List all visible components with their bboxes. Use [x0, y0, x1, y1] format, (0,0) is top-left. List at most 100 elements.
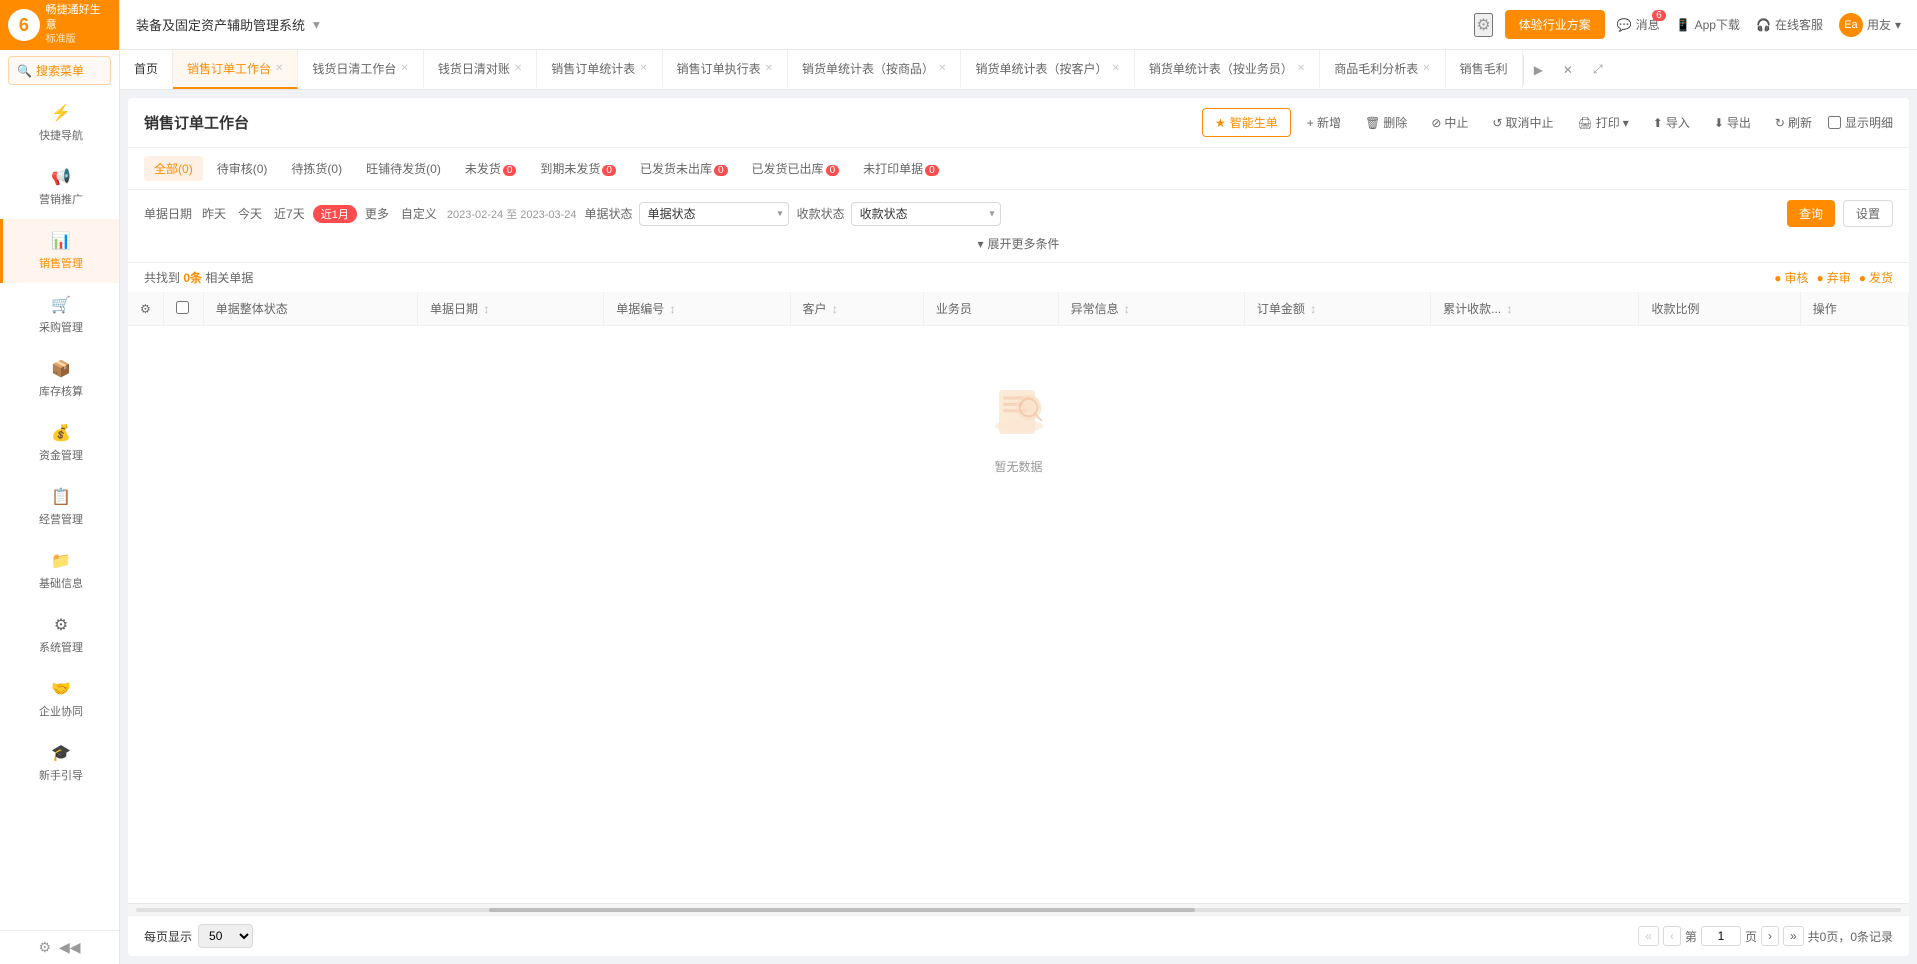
th-abnormal[interactable]: 异常信息 ↕ [1058, 292, 1244, 326]
sidebar-item-base-info[interactable]: 📁 基础信息 [0, 539, 119, 603]
sidebar-item-guide[interactable]: 🎓 新手引导 [0, 731, 119, 795]
sort-amount-icon[interactable]: ↕ [1310, 302, 1316, 316]
sub-tab-pending-review[interactable]: 待审核(0) [207, 156, 278, 181]
date-7days[interactable]: 近7天 [270, 203, 309, 224]
tab-more-btn[interactable]: ▶ [1523, 55, 1553, 85]
tab-close-exec[interactable]: ✕ [765, 63, 773, 74]
sort-customer-icon[interactable]: ↕ [832, 302, 838, 316]
sub-tab-shop-ship[interactable]: 旺铺待发货(0) [356, 156, 451, 181]
new-btn[interactable]: + 新增 [1299, 110, 1349, 135]
delete-btn[interactable]: 🗑 删除 [1357, 110, 1415, 135]
page-size-select[interactable]: 10 20 50 100 [198, 924, 253, 948]
date-custom[interactable]: 自定义 [397, 203, 441, 224]
sidebar-item-sales[interactable]: 📊 销售管理 [0, 219, 119, 283]
sort-date-icon[interactable]: ↕ [483, 302, 489, 316]
refresh-btn[interactable]: ↻ 刷新 [1767, 110, 1820, 135]
ship-btn[interactable]: ● 发货 [1859, 269, 1893, 286]
tab-cash-daily[interactable]: 钱货日清工作台 ✕ [298, 50, 423, 89]
tab-close-customer[interactable]: ✕ [1111, 63, 1119, 74]
date-1month[interactable]: 近1月 [313, 205, 357, 223]
sub-tab-not-shipped[interactable]: 未发货0 [455, 156, 527, 181]
print-btn[interactable]: 🖨 打印 ▾ [1569, 110, 1636, 135]
horizontal-scrollbar[interactable] [128, 903, 1909, 915]
sort-cumulative-icon[interactable]: ↕ [1506, 302, 1512, 316]
app-download-btn[interactable]: 📱 App下载 [1676, 16, 1740, 33]
search-menu-btn[interactable]: 🔍 搜索菜单 [0, 50, 119, 91]
sidebar-item-cooperation[interactable]: 🤝 企业协同 [0, 667, 119, 731]
scrollbar-thumb[interactable] [489, 908, 1195, 912]
th-settings[interactable]: ⚙ [128, 292, 163, 326]
page-next-btn[interactable]: › [1761, 926, 1779, 946]
page-first-btn[interactable]: « [1638, 926, 1659, 946]
sidebar-settings-btn[interactable]: ⚙ [38, 939, 51, 956]
tab-close-reconcile[interactable]: ✕ [514, 63, 522, 74]
cancel-review-btn[interactable]: ● 弃审 [1816, 269, 1850, 286]
show-detail-input[interactable] [1828, 116, 1841, 129]
tab-close-stat[interactable]: ✕ [639, 63, 647, 74]
user-menu-btn[interactable]: Ea 用友 ▾ [1839, 13, 1901, 37]
expand-filter-btn[interactable]: ▾ 展开更多条件 [977, 235, 1059, 252]
tab-expand-btn[interactable]: ⤢ [1583, 54, 1613, 85]
sidebar-item-inventory[interactable]: 📦 库存核算 [0, 347, 119, 411]
select-all-checkbox[interactable] [176, 301, 189, 314]
sidebar-item-management[interactable]: 📋 经营管理 [0, 475, 119, 539]
th-number[interactable]: 单据编号 ↕ [604, 292, 790, 326]
filter-settings-btn[interactable]: 设置 [1843, 200, 1893, 227]
show-detail-checkbox[interactable]: 显示明细 [1828, 114, 1893, 131]
tab-close-product[interactable]: ✕ [938, 63, 946, 74]
sub-tab-shipped-not-out[interactable]: 已发货未出库0 [630, 156, 738, 181]
th-cumulative[interactable]: 累计收款... ↕ [1431, 292, 1639, 326]
review-btn[interactable]: ● 审核 [1774, 269, 1808, 286]
online-service-btn[interactable]: 🎧 在线客服 [1756, 16, 1823, 33]
sidebar-item-purchase[interactable]: 🛒 采购管理 [0, 283, 119, 347]
th-salesman[interactable]: 业务员 [923, 292, 1058, 326]
date-today[interactable]: 今天 [234, 203, 266, 224]
payment-select[interactable]: 收款状态 [851, 202, 1001, 226]
messages-btn[interactable]: 💬 6 消息 [1617, 16, 1660, 33]
th-date[interactable]: 单据日期 ↕ [417, 292, 603, 326]
tab-sales-by-salesman[interactable]: 销货单统计表（按业务员） ✕ [1135, 50, 1320, 89]
sort-number-icon[interactable]: ↕ [670, 302, 676, 316]
date-yesterday[interactable]: 昨天 [198, 203, 230, 224]
tab-sales-by-customer[interactable]: 销货单统计表（按客户） ✕ [961, 50, 1134, 89]
th-status[interactable]: 单据整体状态 [203, 292, 417, 326]
import-btn[interactable]: ⬆ 导入 [1645, 110, 1698, 135]
tab-sales-profit[interactable]: 销售毛利 [1446, 50, 1523, 89]
cancel-stop-btn[interactable]: ↺ 取消中止 [1484, 110, 1561, 135]
tab-sales-workbench[interactable]: 销售订单工作台 ✕ [173, 50, 298, 89]
sidebar-item-finance[interactable]: 💰 资金管理 [0, 411, 119, 475]
sub-tab-not-printed[interactable]: 未打印单据0 [853, 156, 949, 181]
tab-close-salesman[interactable]: ✕ [1297, 63, 1305, 74]
experience-btn[interactable]: 体验行业方案 [1505, 10, 1605, 39]
sidebar-item-quick-nav[interactable]: ⚡ 快捷导航 [0, 91, 119, 155]
sub-tab-overdue-ship[interactable]: 到期未发货0 [530, 156, 626, 181]
page-last-btn[interactable]: » [1783, 926, 1804, 946]
tab-reconcile[interactable]: 钱货日清对账 ✕ [424, 50, 537, 89]
sub-tab-all[interactable]: 全部(0) [144, 156, 203, 181]
sidebar-collapse-btn[interactable]: ◀◀ [59, 939, 81, 956]
tab-sales-by-product[interactable]: 销货单统计表（按商品） ✕ [788, 50, 961, 89]
th-amount[interactable]: 订单金额 ↕ [1244, 292, 1430, 326]
tab-close-cash[interactable]: ✕ [400, 63, 408, 74]
system-dropdown-btn[interactable]: ▾ [313, 17, 320, 33]
th-operation[interactable]: 操作 [1800, 292, 1908, 326]
tab-sales-exec[interactable]: 销售订单执行表 ✕ [663, 50, 788, 89]
sub-tab-pending-pick[interactable]: 待拣货(0) [281, 156, 352, 181]
tab-close-all-btn[interactable]: ✕ [1553, 55, 1583, 85]
search-menu-button[interactable]: 🔍 搜索菜单 [8, 56, 111, 85]
sidebar-item-system[interactable]: ⚙ 系统管理 [0, 603, 119, 667]
th-ratio[interactable]: 收款比例 [1639, 292, 1800, 326]
tab-close-margin[interactable]: ✕ [1422, 63, 1430, 74]
smart-generate-btn[interactable]: ★ 智能生单 [1202, 108, 1291, 137]
topbar-settings-btn[interactable]: ⚙ [1474, 13, 1492, 37]
stop-btn[interactable]: ⊘ 中止 [1423, 110, 1476, 135]
page-prev-btn[interactable]: ‹ [1663, 926, 1681, 946]
tab-close-sales[interactable]: ✕ [275, 63, 283, 74]
sidebar-item-marketing[interactable]: 📢 营销推广 [0, 155, 119, 219]
query-btn[interactable]: 查询 [1787, 200, 1835, 227]
tab-sales-stat[interactable]: 销售订单统计表 ✕ [537, 50, 662, 89]
scrollbar-track[interactable] [136, 908, 1901, 912]
sort-abnormal-icon[interactable]: ↕ [1124, 302, 1130, 316]
export-btn[interactable]: ⬇ 导出 [1706, 110, 1759, 135]
tab-gross-margin[interactable]: 商品毛利分析表 ✕ [1320, 50, 1445, 89]
